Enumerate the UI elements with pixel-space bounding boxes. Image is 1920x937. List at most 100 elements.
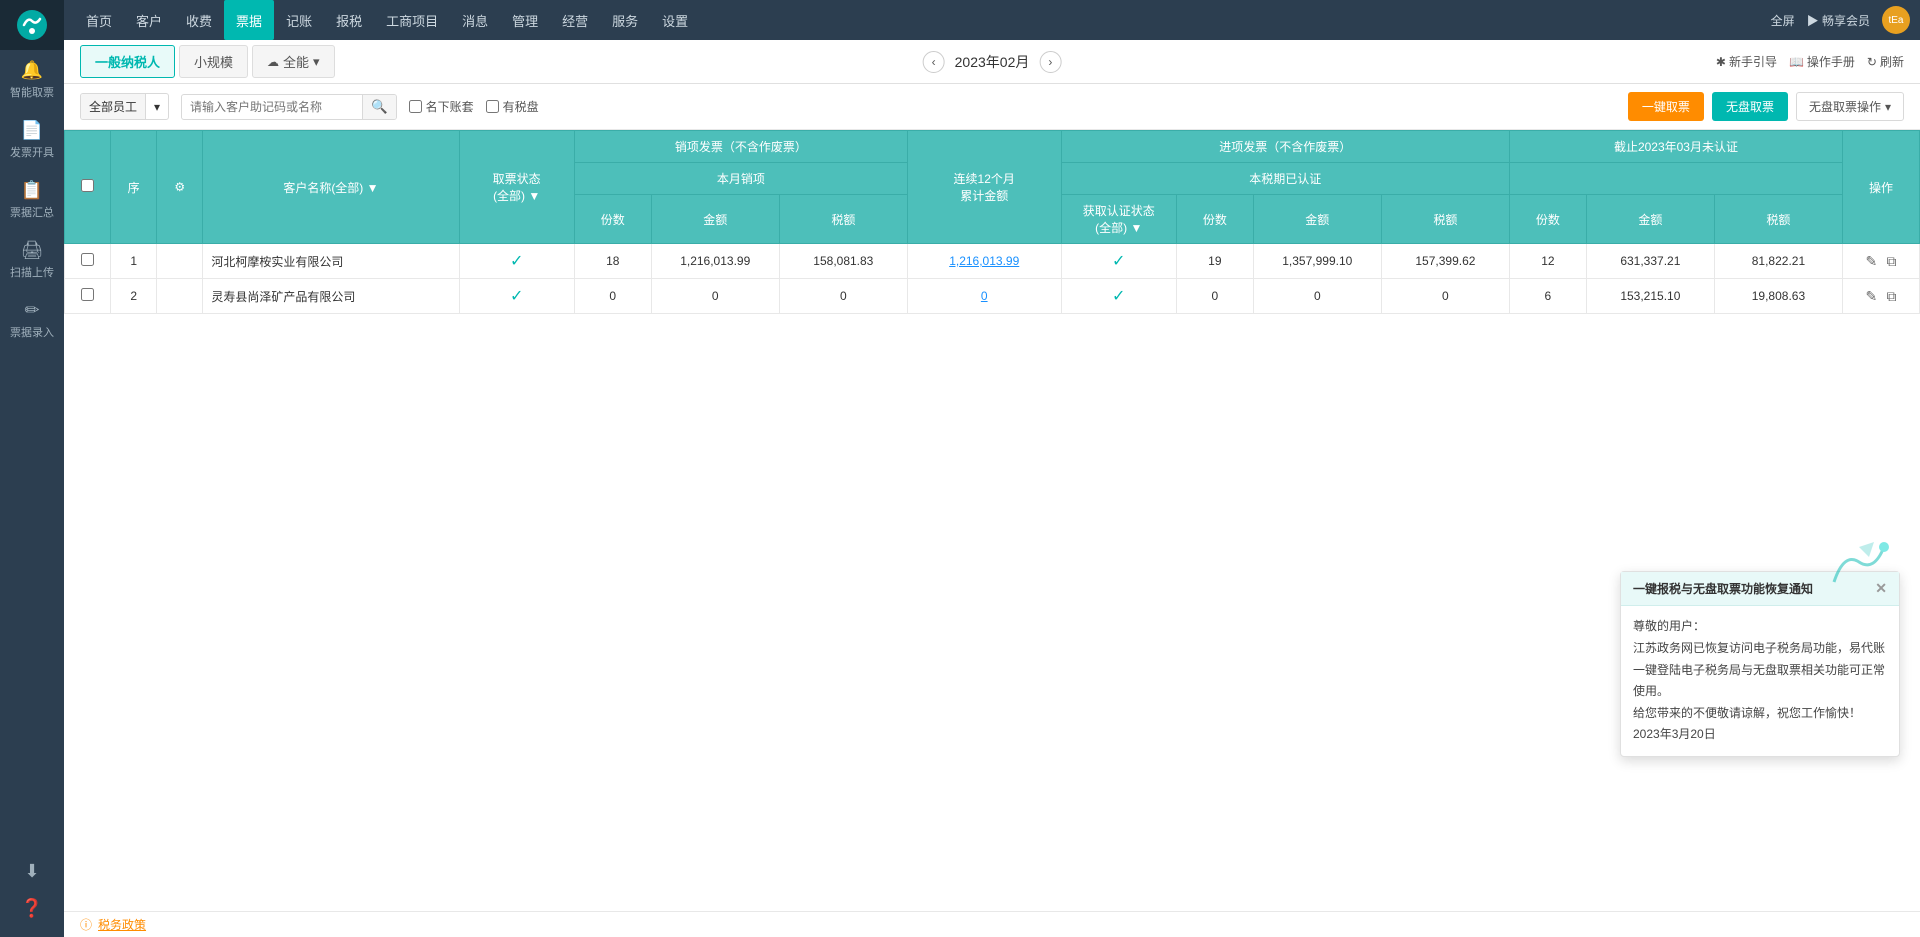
nav-invoice[interactable]: 票据: [224, 0, 274, 40]
tab-right: ✱ 新手引导 📖 操作手册 ↻ 刷新: [1716, 53, 1904, 70]
row-month-copies-1: 0: [574, 279, 651, 314]
nav-manage[interactable]: 管理: [500, 0, 550, 40]
row-month-copies-0: 18: [574, 244, 651, 279]
chevron-down-icon: ▾: [313, 54, 320, 70]
nav-tax[interactable]: 报税: [324, 0, 374, 40]
tab-small-scale[interactable]: 小规模: [179, 45, 248, 78]
nav-service[interactable]: 服务: [600, 0, 650, 40]
member-btn[interactable]: ▶ 畅享会员: [1807, 12, 1870, 29]
search-box: 🔍: [181, 94, 397, 120]
select-all-checkbox[interactable]: [81, 179, 94, 192]
fullscreen-btn[interactable]: 全屏: [1771, 12, 1795, 29]
main-area: 首页 客户 收费 票据 记账 报税 工商项目 消息 管理 经营 服务 设置 全屏…: [64, 0, 1920, 937]
row-checkbox-0[interactable]: [65, 244, 111, 279]
sidebar-logo: [0, 0, 64, 50]
row-name-0: 河北柯摩桉实业有限公司: [203, 244, 459, 279]
refresh-link[interactable]: ↻ 刷新: [1867, 53, 1904, 70]
sidebar-item-scan[interactable]: 🖨 扫描上传: [0, 230, 64, 290]
row-index-0: 1: [111, 244, 157, 279]
row-month-tax-1: 0: [779, 279, 907, 314]
no-disk-ops-btn[interactable]: 无盘取票操作 ▾: [1796, 92, 1904, 121]
employee-label: 全部员工: [81, 94, 146, 119]
row-cumulative-1: 0: [907, 279, 1061, 314]
notification-popup: 一键报税与无盘取票功能恢复通知 ✕ 尊敬的用户：江苏政务网已恢复访问电子税务局功…: [1620, 571, 1900, 757]
popup-scroll[interactable]: 尊敬的用户：江苏政务网已恢复访问电子税务局功能，易代账一键登陆电子税务局与无盘取…: [1633, 616, 1887, 746]
cumulative-link-0[interactable]: 1,216,013.99: [949, 254, 1019, 268]
employee-value: ▾: [146, 96, 168, 118]
copy-icon-0[interactable]: ⧉: [1887, 253, 1897, 269]
sidebar-item-entry[interactable]: ✏ 票据录入: [0, 290, 64, 350]
employee-select[interactable]: 全部员工 ▾: [80, 93, 169, 120]
nav-client[interactable]: 客户: [124, 0, 174, 40]
row-check-1[interactable]: [81, 288, 94, 301]
search-input[interactable]: [182, 96, 362, 118]
th-month-tax: 税额: [779, 195, 907, 244]
search-button[interactable]: 🔍: [362, 95, 396, 119]
one-click-take-btn[interactable]: 一键取票: [1628, 92, 1704, 121]
tax-policy-link[interactable]: 税务政策: [98, 916, 146, 933]
avatar[interactable]: tEa: [1882, 6, 1910, 34]
nav-settings[interactable]: 设置: [650, 0, 700, 40]
check-account-label[interactable]: 名下账套: [409, 98, 474, 115]
row-uncert-copies-0: 12: [1509, 244, 1586, 279]
row-checkbox-1[interactable]: [65, 279, 111, 314]
row-uncert-amount-1: 153,215.10: [1586, 279, 1714, 314]
cert-status-check-0: ✓: [1112, 253, 1125, 270]
tab-general-taxpayer[interactable]: 一般纳税人: [80, 45, 175, 78]
nav-fee[interactable]: 收费: [174, 0, 224, 40]
refresh-icon: ↻: [1867, 55, 1877, 69]
tab-center: ‹ 2023年02月 ›: [923, 51, 1062, 73]
popup-close-btn[interactable]: ✕: [1875, 580, 1887, 597]
th-period-tax: 税额: [1381, 195, 1509, 244]
sidebar-bottom: ⬇ ❓: [0, 853, 64, 937]
th-uncert-sub: [1509, 163, 1842, 195]
prev-period-btn[interactable]: ‹: [923, 51, 945, 73]
take-status-check-1: ✓: [510, 288, 523, 305]
edit-icon-0[interactable]: ✎: [1865, 253, 1877, 269]
row-period-copies-1: 0: [1176, 279, 1253, 314]
manual-link[interactable]: 📖 操作手册: [1789, 53, 1855, 70]
th-current-month: 本月销项: [574, 163, 907, 195]
copy-icon-1[interactable]: ⧉: [1887, 288, 1897, 304]
take-status-check-0: ✓: [510, 253, 523, 270]
th-period-amount: 金额: [1253, 195, 1381, 244]
info-icon: ⓘ: [80, 916, 92, 933]
popup-body: 尊敬的用户：江苏政务网已恢复访问电子税务局功能，易代账一键登陆电子税务局与无盘取…: [1621, 606, 1899, 756]
th-uncert-amount: 金额: [1586, 195, 1714, 244]
sidebar-help-icon[interactable]: ❓: [0, 890, 64, 927]
sidebar-item-invoice[interactable]: 📄 发票开具: [0, 110, 64, 170]
check-tax-label[interactable]: 有税盘: [486, 98, 539, 115]
sidebar-item-summary[interactable]: 📋 票据汇总: [0, 170, 64, 230]
row-check-0[interactable]: [81, 253, 94, 266]
sidebar-item-smarttake[interactable]: 🔔 智能取票: [0, 50, 64, 110]
next-period-btn[interactable]: ›: [1039, 51, 1061, 73]
nav-bookkeeping[interactable]: 记账: [274, 0, 324, 40]
check-tax-checkbox[interactable]: [486, 100, 499, 113]
popup-header: 一键报税与无盘取票功能恢复通知 ✕: [1621, 572, 1899, 606]
row-uncert-copies-1: 6: [1509, 279, 1586, 314]
edit-icon-1[interactable]: ✎: [1865, 288, 1877, 304]
th-input-group: 进项发票（不含作废票）: [1061, 131, 1509, 163]
row-period-tax-0: 157,399.62: [1381, 244, 1509, 279]
new-guide-link[interactable]: ✱ 新手引导: [1716, 53, 1777, 70]
row-period-copies-0: 19: [1176, 244, 1253, 279]
row-ops-0: ✎ ⧉: [1842, 244, 1919, 279]
nav-operate[interactable]: 经营: [550, 0, 600, 40]
tab-all[interactable]: ☁ 全能 ▾: [252, 45, 335, 78]
invoice-icon: 📄: [21, 120, 43, 141]
th-uncert-tax: 税额: [1714, 195, 1842, 244]
cumulative-link-1[interactable]: 0: [981, 289, 988, 303]
table-row: 2 灵寿县尚泽矿产品有限公司 ✓ 0 0 0 0 ✓ 0 0 0 6 153,2…: [65, 279, 1920, 314]
nav-home[interactable]: 首页: [74, 0, 124, 40]
no-disk-take-btn[interactable]: 无盘取票: [1712, 92, 1788, 121]
row-uncert-tax-1: 19,808.63: [1714, 279, 1842, 314]
th-checkbox: [65, 131, 111, 244]
sidebar-download-icon[interactable]: ⬇: [0, 853, 64, 890]
row-cumulative-0: 1,216,013.99: [907, 244, 1061, 279]
check-account-checkbox[interactable]: [409, 100, 422, 113]
th-cert-status: 获取认证状态(全部) ▼: [1061, 195, 1176, 244]
filter-actions: 一键取票 无盘取票 无盘取票操作 ▾: [1628, 92, 1904, 121]
nav-message[interactable]: 消息: [450, 0, 500, 40]
scan-icon: 🖨: [21, 240, 44, 261]
nav-business[interactable]: 工商项目: [374, 0, 450, 40]
